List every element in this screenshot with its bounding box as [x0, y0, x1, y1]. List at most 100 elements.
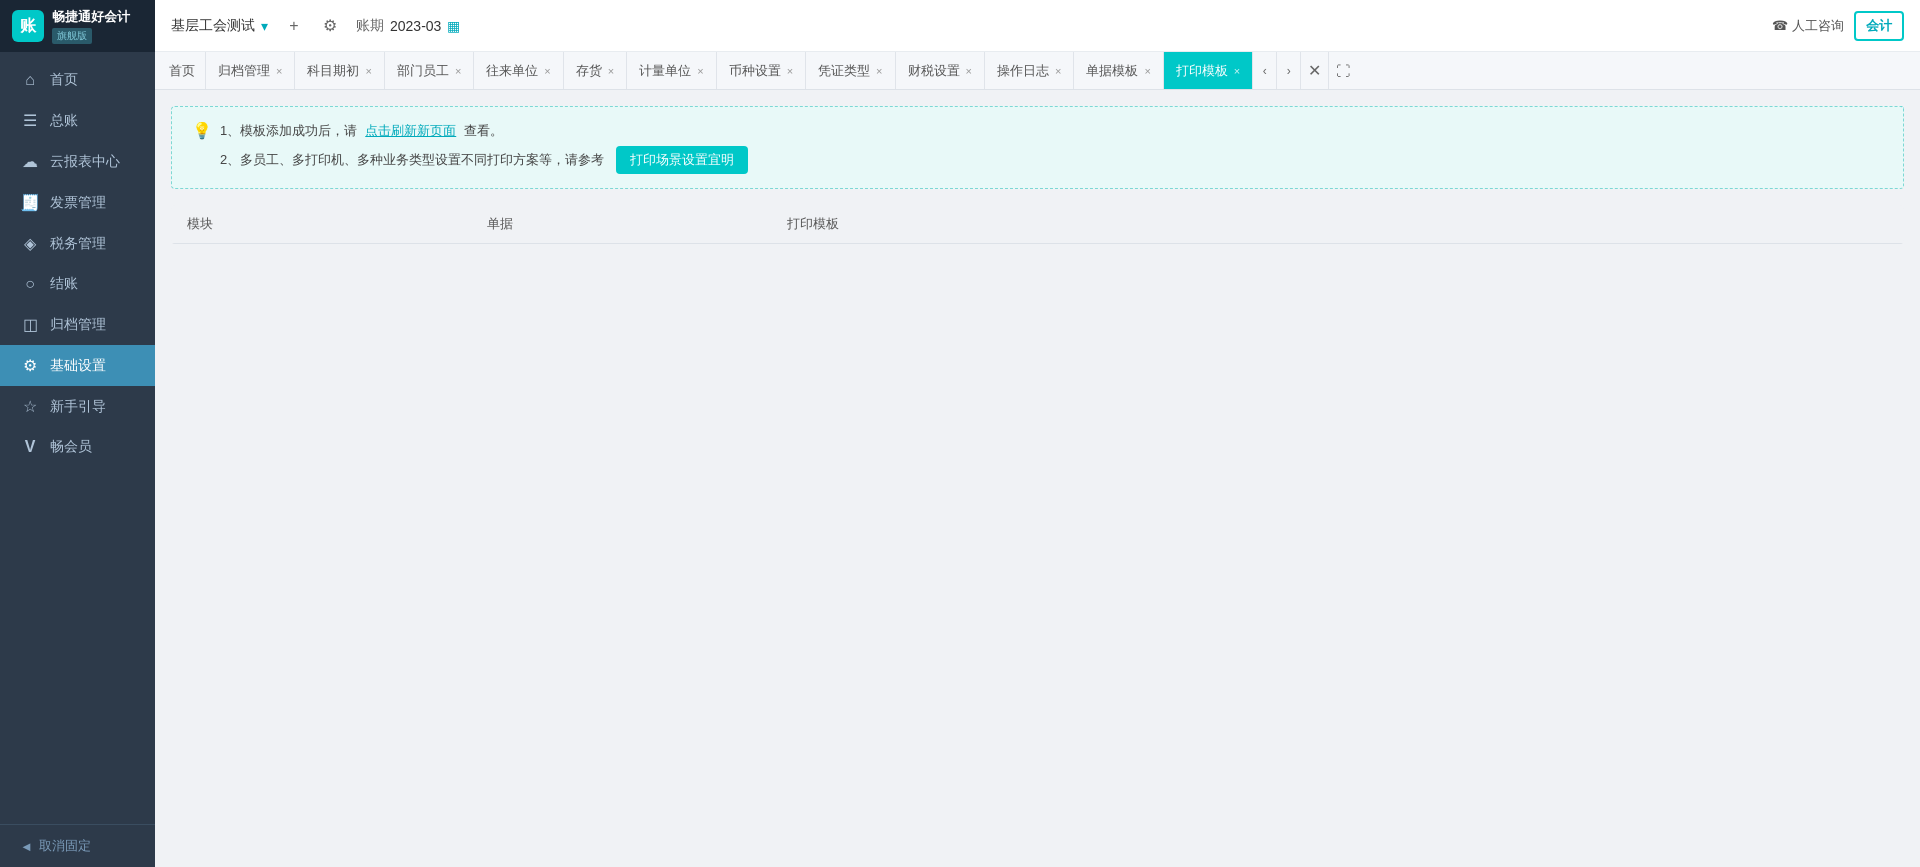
data-table: 模块 单据 打印模板 — [171, 205, 1904, 244]
settings-config-button[interactable]: ⚙ — [316, 12, 344, 40]
sidebar-item-archive-label: 归档管理 — [50, 316, 106, 334]
info-line1-post: 查看。 — [464, 122, 503, 140]
print-scene-button[interactable]: 打印场景设置宜明 — [616, 146, 748, 174]
tab-inventory[interactable]: 存货 × — [564, 52, 627, 89]
tab-contact-unit-label: 往来单位 — [486, 62, 538, 80]
gear-icon: ⚙ — [323, 16, 337, 35]
th-print-template: 打印模板 — [771, 205, 1904, 243]
sidebar-footer[interactable]: ◄ 取消固定 — [0, 824, 155, 867]
tab-currency[interactable]: 币种设置 × — [717, 52, 806, 89]
sidebar-item-invoice-label: 发票管理 — [50, 194, 106, 212]
period-label: 账期 — [356, 17, 384, 35]
tab-inventory-close[interactable]: × — [608, 65, 614, 77]
tab-contact-unit[interactable]: 往来单位 × — [474, 52, 563, 89]
info-line1-pre: 1、模板添加成功后，请 — [220, 122, 357, 140]
tab-scroll-left[interactable]: ‹ — [1253, 52, 1277, 90]
accountant-button[interactable]: 会计 — [1854, 11, 1904, 41]
help-label: 人工咨询 — [1792, 17, 1844, 35]
unpin-icon: ◄ — [20, 839, 33, 854]
sidebar-item-reports-label: 云报表中心 — [50, 153, 120, 171]
tab-voucher-type[interactable]: 凭证类型 × — [806, 52, 895, 89]
invoice-icon: 🧾 — [20, 193, 40, 212]
tab-expand[interactable]: ⛶ — [1329, 52, 1357, 90]
company-selector[interactable]: 基层工会测试 ▾ — [171, 17, 268, 35]
bulb-icon: 💡 — [192, 121, 212, 140]
info-box: 💡 1、模板添加成功后，请 点击刷新新页面 查看。 2、多员工、多打印机、多种业… — [171, 106, 1904, 189]
closing-icon: ○ — [20, 275, 40, 293]
sidebar-item-tax[interactable]: ◈ 税务管理 — [0, 223, 155, 264]
tab-subject-period-close[interactable]: × — [365, 65, 371, 77]
content-area: 隐藏预置模板设置 💡 1、模板添加成功后，请 点击刷新新页面 查看。 2、多员工… — [155, 90, 1920, 867]
th-module: 模块 — [171, 205, 471, 243]
calendar-icon[interactable]: ▦ — [447, 18, 460, 34]
th-voucher: 单据 — [471, 205, 771, 243]
sidebar-item-reports[interactable]: ☁ 云报表中心 — [0, 141, 155, 182]
logo-icon: 账 — [12, 10, 44, 42]
tab-print-template-label: 打印模板 — [1176, 62, 1228, 80]
period-display: 账期 2023-03 ▦ — [356, 17, 460, 35]
chevron-right-icon: › — [1287, 64, 1291, 78]
topbar-right: ☎ 人工咨询 会计 — [1772, 11, 1904, 41]
expand-icon: ⛶ — [1336, 63, 1350, 79]
tab-dept-staff-close[interactable]: × — [455, 65, 461, 77]
settings-icon: ⚙ — [20, 356, 40, 375]
sidebar-item-archive[interactable]: ◫ 归档管理 — [0, 304, 155, 345]
main: 基层工会测试 ▾ + ⚙ 账期 2023-03 ▦ ☎ 人工咨询 会计 — [155, 0, 1920, 867]
tabbar: 首页 归档管理 × 科目期初 × 部门员工 × 往来单位 × 存货 × 计量单位… — [155, 52, 1920, 90]
tab-currency-close[interactable]: × — [787, 65, 793, 77]
sidebar-item-guide-label: 新手引导 — [50, 398, 106, 416]
tab-measure-unit-close[interactable]: × — [697, 65, 703, 77]
tab-voucher-type-close[interactable]: × — [876, 65, 882, 77]
info-row-1: 💡 1、模板添加成功后，请 点击刷新新页面 查看。 — [192, 121, 1883, 140]
add-tab-button[interactable]: + — [280, 12, 308, 40]
tab-close-all[interactable]: ✕ — [1301, 52, 1329, 90]
sidebar-item-settings[interactable]: ⚙ 基础设置 — [0, 345, 155, 386]
phone-icon: ☎ — [1772, 18, 1788, 33]
sidebar-item-member[interactable]: V 畅会员 — [0, 427, 155, 467]
tab-single-template-close[interactable]: × — [1144, 65, 1150, 77]
ledger-icon: ☰ — [20, 111, 40, 130]
tab-subject-period[interactable]: 科目期初 × — [295, 52, 384, 89]
tab-print-template-close[interactable]: × — [1234, 65, 1240, 77]
tab-home[interactable]: 首页 — [159, 52, 206, 89]
logo-badge: 旗舰版 — [52, 28, 92, 44]
tab-contact-unit-close[interactable]: × — [544, 65, 550, 77]
tab-measure-unit[interactable]: 计量单位 × — [627, 52, 716, 89]
sidebar-item-invoice[interactable]: 🧾 发票管理 — [0, 182, 155, 223]
accountant-label: 会计 — [1866, 18, 1892, 33]
sidebar-item-ledger[interactable]: ☰ 总账 — [0, 100, 155, 141]
tab-single-template[interactable]: 单据模板 × — [1074, 52, 1163, 89]
sidebar-logo: 账 畅捷通好会计 旗舰版 — [0, 0, 155, 52]
sidebar-item-guide[interactable]: ☆ 新手引导 — [0, 386, 155, 427]
help-button[interactable]: ☎ 人工咨询 — [1772, 17, 1844, 35]
topbar: 基层工会测试 ▾ + ⚙ 账期 2023-03 ▦ ☎ 人工咨询 会计 — [155, 0, 1920, 52]
close-all-icon: ✕ — [1308, 61, 1321, 80]
tab-tax-settings[interactable]: 财税设置 × — [896, 52, 985, 89]
tab-operation-log[interactable]: 操作日志 × — [985, 52, 1074, 89]
archive-icon: ◫ — [20, 315, 40, 334]
tab-archive-mgmt[interactable]: 归档管理 × — [206, 52, 295, 89]
tab-print-template[interactable]: 打印模板 × — [1164, 52, 1253, 89]
sidebar-item-closing[interactable]: ○ 结账 — [0, 264, 155, 304]
tab-single-template-label: 单据模板 — [1086, 62, 1138, 80]
tab-scroll-right[interactable]: › — [1277, 52, 1301, 90]
logo-text-block: 畅捷通好会计 旗舰版 — [52, 8, 130, 44]
sidebar-nav: ⌂ 首页 ☰ 总账 ☁ 云报表中心 🧾 发票管理 ◈ 税务管理 ○ 结账 ◫ 归… — [0, 52, 155, 824]
sidebar: 账 畅捷通好会计 旗舰版 ⌂ 首页 ☰ 总账 ☁ 云报表中心 🧾 发票管理 ◈ … — [0, 0, 155, 867]
plus-icon: + — [289, 17, 298, 35]
sidebar-item-ledger-label: 总账 — [50, 112, 78, 130]
refresh-link[interactable]: 点击刷新新页面 — [365, 122, 456, 140]
info-line2-pre: 2、多员工、多打印机、多种业务类型设置不同打印方案等，请参考 — [220, 151, 604, 169]
tab-operation-log-label: 操作日志 — [997, 62, 1049, 80]
tab-tax-settings-close[interactable]: × — [966, 65, 972, 77]
table-header: 模块 单据 打印模板 — [171, 205, 1904, 244]
tab-operation-log-close[interactable]: × — [1055, 65, 1061, 77]
unpin-label: 取消固定 — [39, 837, 91, 855]
home-icon: ⌂ — [20, 71, 40, 89]
tab-dept-staff[interactable]: 部门员工 × — [385, 52, 474, 89]
tab-dept-staff-label: 部门员工 — [397, 62, 449, 80]
sidebar-item-home[interactable]: ⌂ 首页 — [0, 60, 155, 100]
info-content: 💡 1、模板添加成功后，请 点击刷新新页面 查看。 2、多员工、多打印机、多种业… — [192, 121, 1883, 174]
tab-archive-mgmt-close[interactable]: × — [276, 65, 282, 77]
tab-currency-label: 币种设置 — [729, 62, 781, 80]
